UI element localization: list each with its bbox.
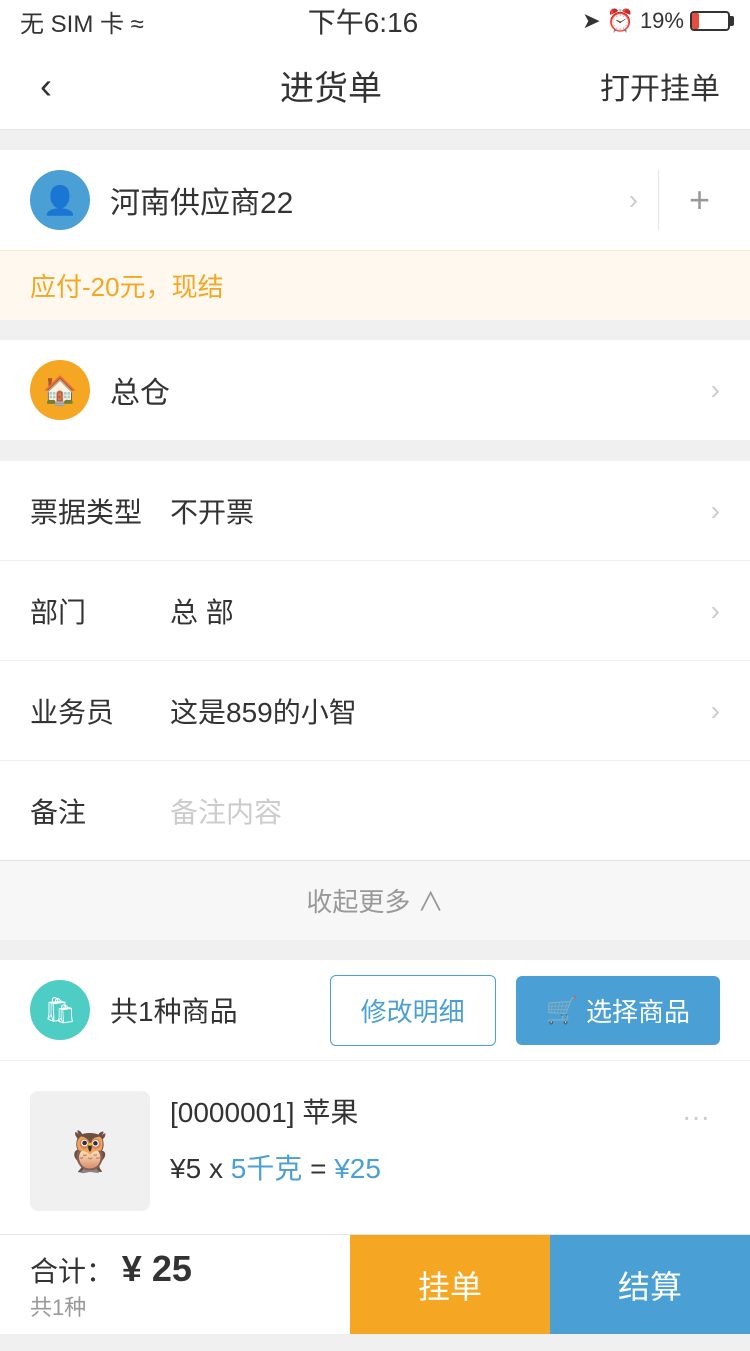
shopping-bag-icon: 🛍 — [43, 995, 76, 1026]
warehouse-chevron-icon: › — [711, 374, 720, 406]
warehouse-icon: 🏠 — [30, 360, 90, 420]
nav-bar: ‹ 进货单 打开挂单 — [0, 42, 750, 130]
add-supplier-button[interactable]: + — [679, 169, 720, 231]
product-info: [0000001] 苹果 ¥5 x 5千克 = ¥25 — [170, 1091, 652, 1187]
price-times: x — [209, 1153, 231, 1184]
collapse-row[interactable]: 收起更多 ∧ — [0, 860, 750, 940]
warehouse-name: 总仓 — [110, 368, 711, 412]
supplier-avatar: 👤 — [30, 170, 90, 230]
section-gap-4 — [0, 940, 750, 960]
product-more-button[interactable]: ··· — [672, 1091, 720, 1143]
pending-button[interactable]: 挂单 — [350, 1235, 550, 1334]
form-section: 票据类型 不开票 › 部门 总 部 › 业务员 这是859的小智 › 备注 备注… — [0, 460, 750, 940]
footer: 合计： ¥ 25 共1种 挂单 结算 — [0, 1234, 750, 1334]
checkout-button[interactable]: 结算 — [550, 1235, 750, 1334]
footer-total-row: 合计： ¥ 25 — [30, 1248, 320, 1290]
salesperson-value: 这是859的小智 — [150, 691, 711, 731]
remarks-row[interactable]: 备注 备注内容 — [0, 760, 750, 860]
battery-label: 19% — [640, 8, 684, 34]
remarks-label: 备注 — [30, 791, 150, 831]
products-section: 🛍 共1种商品 修改明细 🛒 选择商品 🦉 [0000001] 苹果 ¥5 x … — [0, 960, 750, 1241]
product-item: 🦉 [0000001] 苹果 ¥5 x 5千克 = ¥25 ··· — [0, 1060, 750, 1241]
collapse-label: 收起更多 ∧ — [306, 882, 443, 919]
avatar-icon: 👤 — [43, 184, 78, 217]
select-product-label: 选择商品 — [586, 992, 690, 1029]
battery-icon — [690, 11, 730, 31]
total-amount: ¥ 25 — [122, 1248, 192, 1289]
section-gap-1 — [0, 130, 750, 150]
supplier-section: 👤 河南供应商22 › + 应付-20元，现结 — [0, 150, 750, 320]
total-sub: 共1种 — [30, 1290, 320, 1322]
select-product-button[interactable]: 🛒 选择商品 — [516, 976, 720, 1045]
invoice-type-label: 票据类型 — [30, 491, 150, 531]
salesperson-row[interactable]: 业务员 这是859的小智 › — [0, 660, 750, 760]
warehouse-row[interactable]: 🏠 总仓 › — [0, 340, 750, 440]
product-quantity: 5千克 — [231, 1153, 303, 1184]
department-value: 总 部 — [150, 591, 711, 631]
product-count: 共1种商品 — [110, 990, 310, 1030]
equals-sign: = — [310, 1153, 334, 1184]
supplier-name: 河南供应商22 — [110, 178, 629, 222]
open-pending-button[interactable]: 打开挂单 — [600, 64, 720, 108]
section-gap-2 — [0, 320, 750, 340]
page-title: 进货单 — [280, 61, 382, 110]
product-thumbnail: 🦉 — [30, 1091, 150, 1211]
department-label: 部门 — [30, 591, 150, 631]
cart-icon: 🛒 — [546, 995, 578, 1026]
status-bar: 无 SIM 卡 ≈ 下午6:16 ➤ ⏰ 19% — [0, 0, 750, 42]
product-header: 🛍 共1种商品 修改明细 🛒 选择商品 — [0, 960, 750, 1060]
remarks-input[interactable]: 备注内容 — [150, 791, 720, 831]
invoice-type-chevron-icon: › — [711, 495, 720, 527]
warehouse-section: 🏠 总仓 › — [0, 340, 750, 440]
invoice-type-row[interactable]: 票据类型 不开票 › — [0, 460, 750, 560]
status-time: 下午6:16 — [308, 1, 419, 41]
footer-total: 合计： ¥ 25 共1种 — [0, 1248, 350, 1322]
edit-detail-button[interactable]: 修改明细 — [330, 975, 496, 1046]
supplier-row: 👤 河南供应商22 › + — [0, 150, 750, 250]
invoice-type-value: 不开票 — [150, 491, 711, 531]
department-row[interactable]: 部门 总 部 › — [0, 560, 750, 660]
product-name: [0000001] 苹果 — [170, 1091, 652, 1131]
department-chevron-icon: › — [711, 595, 720, 627]
supplier-info-banner: 应付-20元，现结 — [0, 250, 750, 320]
back-button[interactable]: ‹ — [30, 55, 62, 117]
product-unit-price: ¥5 — [170, 1153, 201, 1184]
salesperson-chevron-icon: › — [711, 695, 720, 727]
location-icon: ➤ — [582, 8, 600, 34]
sim-status: 无 SIM 卡 ≈ — [20, 4, 144, 39]
section-gap-3 — [0, 440, 750, 460]
vertical-divider — [658, 170, 659, 230]
supplier-chevron-icon[interactable]: › — [629, 184, 638, 216]
product-total: ¥25 — [334, 1153, 381, 1184]
status-left: 无 SIM 卡 ≈ — [20, 4, 144, 39]
salesperson-label: 业务员 — [30, 691, 150, 731]
product-price: ¥5 x 5千克 = ¥25 — [170, 1147, 652, 1187]
alarm-icon: ⏰ — [607, 8, 634, 34]
status-right: ➤ ⏰ 19% — [582, 8, 730, 34]
product-header-icon: 🛍 — [30, 980, 90, 1040]
total-label: 合计： — [30, 1256, 114, 1287]
product-owl-logo: 🦉 — [65, 1128, 115, 1175]
